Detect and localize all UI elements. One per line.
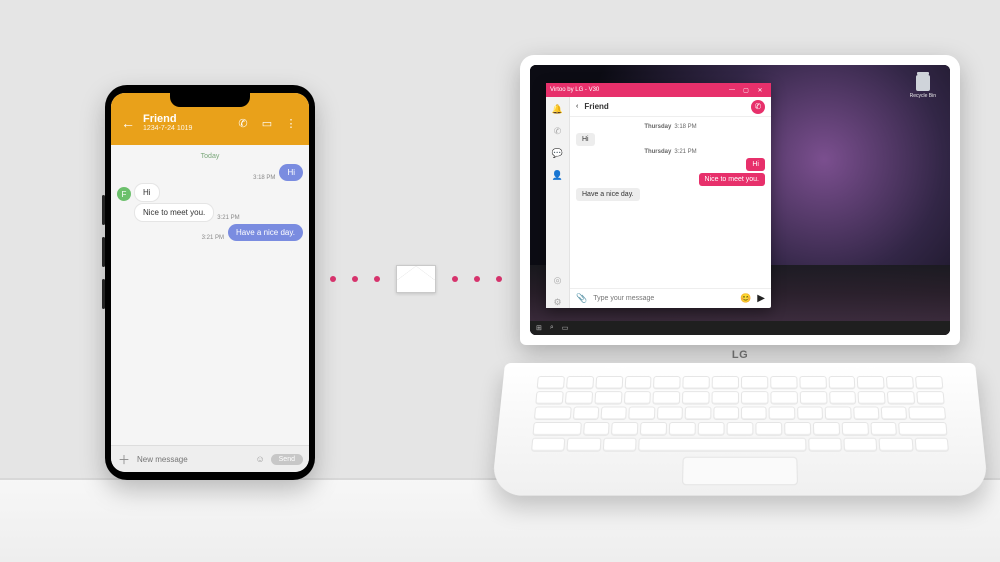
- phone-composer: ＋ ☺ Send: [111, 445, 309, 472]
- dot-icon: [374, 276, 380, 282]
- window-maximize-icon[interactable]: ▢: [739, 87, 753, 94]
- phone-call-icon[interactable]: ✆: [235, 115, 251, 131]
- app-message-input[interactable]: [593, 295, 734, 302]
- virtoo-app-window: Virtoo by LG - V30 — ▢ ✕ 🔔 ✆ 💬 👤 ◎ ⚙: [546, 83, 771, 308]
- messages-icon[interactable]: 💬: [552, 147, 564, 159]
- window-titlebar[interactable]: Virtoo by LG - V30 — ▢ ✕: [546, 83, 771, 97]
- phone-contact-subtitle: 1234-7-24 1019: [143, 125, 227, 132]
- app-sidebar: 🔔 ✆ 💬 👤 ◎ ⚙: [546, 97, 570, 308]
- phone-message-in: F Hi: [117, 184, 303, 201]
- start-icon[interactable]: ⊞: [536, 324, 542, 332]
- phone-side-buttons: [102, 195, 105, 321]
- back-chevron-icon[interactable]: ‹: [576, 103, 578, 110]
- emoji-icon[interactable]: ☺: [255, 454, 264, 464]
- notifications-icon[interactable]: 🔔: [552, 103, 564, 115]
- phone-icon[interactable]: ✆: [552, 125, 564, 137]
- attach-icon[interactable]: 📎: [576, 293, 587, 304]
- envelope-icon: [396, 265, 436, 293]
- windows-taskbar[interactable]: ⊞ ⌕ ▭: [530, 321, 950, 335]
- laptop-trackpad[interactable]: [682, 457, 798, 486]
- app-day-divider: Thursday3:21 PM: [576, 149, 765, 155]
- recycle-bin[interactable]: Recycle Bin: [910, 75, 936, 99]
- app-main-pane: ‹ Friend ✆ Thursday3:18 PM Hi Thursday3:…: [570, 97, 771, 308]
- dot-icon: [474, 276, 480, 282]
- phone-message-out: 3:21 PM Have a nice day.: [117, 224, 303, 241]
- app-chat-header: ‹ Friend ✆: [570, 97, 771, 117]
- message-timestamp: 3:21 PM: [202, 235, 224, 241]
- phone-message-list: Today 3:18 PM Hi F Hi Nice to meet you. …: [111, 145, 309, 445]
- phone-message-out: 3:18 PM Hi: [117, 164, 303, 181]
- app-message-in: Hi: [576, 133, 765, 146]
- phone-message-in: Nice to meet you. 3:21 PM: [117, 204, 303, 221]
- search-icon[interactable]: ⌕: [550, 324, 554, 332]
- app-day-divider: Thursday3:18 PM: [576, 124, 765, 130]
- mirror-icon[interactable]: ◎: [552, 274, 564, 286]
- contacts-icon[interactable]: 👤: [552, 169, 564, 181]
- app-composer: 📎 😊 ▶: [570, 288, 771, 308]
- phone-more-icon[interactable]: ⋮: [283, 115, 299, 131]
- attach-icon[interactable]: ＋: [117, 452, 131, 466]
- phone-video-icon[interactable]: ▭: [259, 115, 275, 131]
- app-message-out: Hi: [576, 158, 765, 171]
- message-timestamp: 3:18 PM: [253, 175, 275, 181]
- contact-avatar[interactable]: F: [117, 187, 131, 201]
- message-bubble[interactable]: Hi: [576, 133, 595, 146]
- laptop-lid: Recycle Bin Virtoo by LG - V30 — ▢ ✕ 🔔 ✆…: [520, 55, 960, 345]
- app-contact-name: Friend: [584, 102, 608, 111]
- app-message-in: Have a nice day.: [576, 188, 765, 201]
- dot-icon: [330, 276, 336, 282]
- message-bubble[interactable]: Hi: [746, 158, 765, 171]
- dot-icon: [352, 276, 358, 282]
- phone-message-input[interactable]: [137, 455, 249, 464]
- phone-send-button[interactable]: Send: [271, 454, 303, 465]
- phone-device: ← Friend 1234-7-24 1019 ✆ ▭ ⋮ Today 3:18…: [105, 85, 315, 480]
- laptop-keyboard: [531, 376, 949, 452]
- phone-screen: ← Friend 1234-7-24 1019 ✆ ▭ ⋮ Today 3:18…: [111, 93, 309, 472]
- message-bubble[interactable]: Nice to meet you.: [135, 204, 213, 221]
- message-bubble[interactable]: Hi: [279, 164, 303, 181]
- sync-connector: [330, 265, 502, 293]
- back-arrow-icon[interactable]: ←: [121, 115, 135, 131]
- window-minimize-icon[interactable]: —: [725, 87, 739, 93]
- message-bubble[interactable]: Have a nice day.: [228, 224, 303, 241]
- taskview-icon[interactable]: ▭: [562, 324, 569, 332]
- phone-contact-name: Friend: [143, 114, 227, 125]
- window-title: Virtoo by LG - V30: [550, 87, 725, 93]
- app-call-button[interactable]: ✆: [751, 100, 765, 114]
- laptop-logo: LG: [505, 349, 975, 361]
- laptop-screen: Recycle Bin Virtoo by LG - V30 — ▢ ✕ 🔔 ✆…: [530, 65, 950, 335]
- app-message-out: Nice to meet you.: [576, 173, 765, 186]
- dot-icon: [452, 276, 458, 282]
- message-bubble[interactable]: Hi: [135, 184, 159, 201]
- phone-notch: [170, 93, 250, 107]
- message-bubble[interactable]: Nice to meet you.: [699, 173, 765, 186]
- dot-icon: [496, 276, 502, 282]
- window-close-icon[interactable]: ✕: [753, 87, 767, 94]
- recycle-bin-label: Recycle Bin: [910, 93, 936, 99]
- laptop-base: [491, 363, 989, 496]
- phone-day-label: Today: [117, 153, 303, 160]
- recycle-bin-icon: [916, 75, 930, 91]
- emoji-icon[interactable]: 😊: [740, 293, 751, 304]
- send-icon[interactable]: ▶: [757, 293, 765, 304]
- laptop-device: Recycle Bin Virtoo by LG - V30 — ▢ ✕ 🔔 ✆…: [505, 55, 975, 498]
- message-timestamp: 3:21 PM: [217, 215, 239, 221]
- settings-icon[interactable]: ⚙: [552, 296, 564, 308]
- app-message-list: Thursday3:18 PM Hi Thursday3:21 PM Hi Ni…: [570, 117, 771, 288]
- message-bubble[interactable]: Have a nice day.: [576, 188, 640, 201]
